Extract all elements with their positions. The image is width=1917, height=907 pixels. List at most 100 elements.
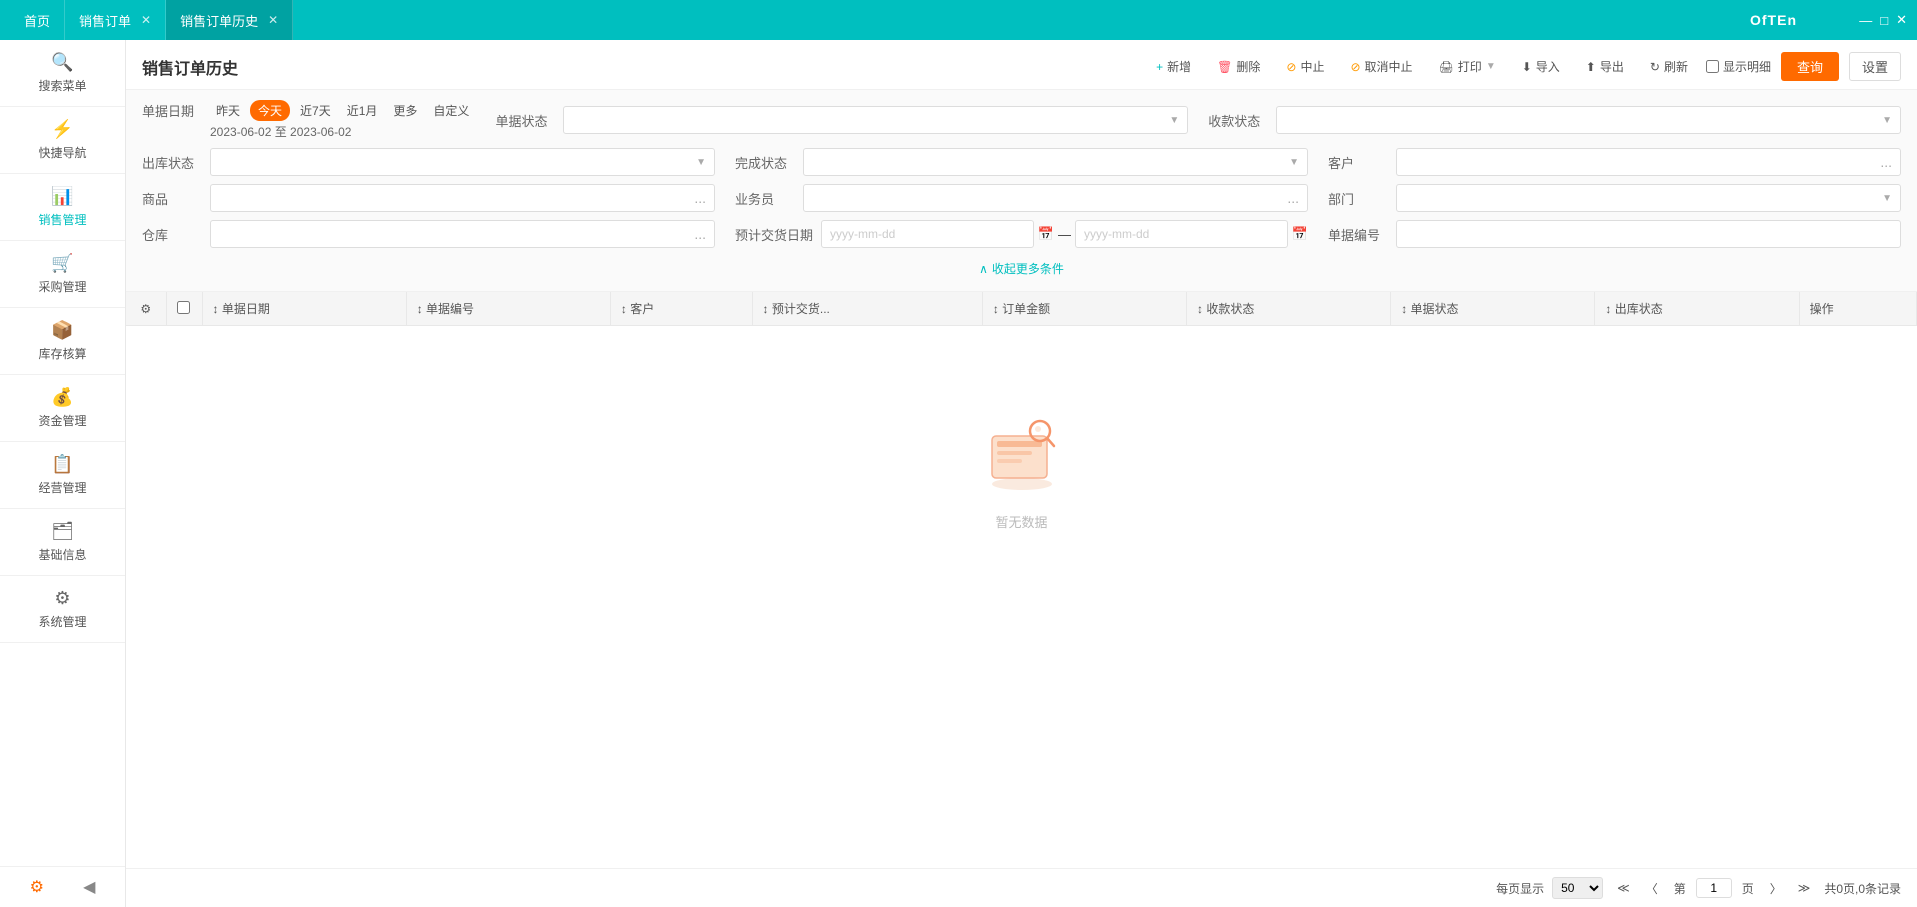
shortcut-today[interactable]: 今天 — [250, 100, 290, 121]
import-label: 导入 — [1536, 58, 1560, 75]
content-area: 销售订单历史 + 新增 🗑 删除 ⊘ 中止 ⊘ 取消中止 — [126, 40, 1917, 907]
sidebar-item-basic-info[interactable]: 🗂 基础信息 — [0, 509, 125, 576]
prev-page-button[interactable]: 〈 — [1640, 878, 1664, 899]
display-toggle-checkbox[interactable] — [1706, 60, 1719, 73]
refresh-button[interactable]: ↻ 刷新 — [1642, 54, 1696, 79]
minimize-button[interactable]: — — [1859, 13, 1872, 28]
col-customer[interactable]: ↕ 客户 — [610, 292, 752, 326]
sidebar-collapse-icon[interactable]: ◀ — [83, 877, 95, 897]
calendar-from-icon[interactable]: 📅 — [1038, 226, 1054, 242]
department-select[interactable]: ▼ — [1396, 184, 1901, 212]
product-select[interactable]: ... — [210, 184, 715, 212]
filter-row-3: 商品 ... 业务员 ... 部门 — [142, 184, 1901, 212]
export-icon: ⬆ — [1586, 60, 1596, 74]
delivery-date-to[interactable]: yyyy-mm-dd — [1075, 220, 1288, 248]
sidebar-item-purchase-mgmt[interactable]: 🛒 采购管理 — [0, 241, 125, 308]
add-button[interactable]: + 新增 — [1148, 54, 1199, 79]
tab-home[interactable]: 首页 — [10, 0, 65, 40]
tab-sales-order-history-label: 销售订单历史 — [180, 11, 258, 30]
page-size-select[interactable]: 50 10 20 100 — [1552, 877, 1603, 899]
salesman-dots[interactable]: ... — [1287, 190, 1299, 206]
sidebar-item-quick-nav[interactable]: ⚡ 快捷导航 — [0, 107, 125, 174]
shortcut-7days[interactable]: 近7天 — [294, 100, 337, 121]
search-menu-icon: 🔍 — [51, 52, 73, 73]
table-settings-col[interactable]: ⚙ — [126, 292, 166, 326]
import-button[interactable]: ⬇ 导入 — [1514, 54, 1568, 79]
delete-button[interactable]: 🗑 删除 — [1209, 54, 1268, 79]
warehouse2-dots[interactable]: ... — [694, 226, 706, 242]
tab-sales-order-close[interactable]: ✕ — [141, 13, 151, 27]
date-label: 单据日期 — [142, 101, 202, 120]
col-order-no[interactable]: ↕ 单据编号 — [406, 292, 610, 326]
cancel-stop-button[interactable]: ⊘ 取消中止 — [1342, 54, 1420, 79]
col-receipt-status-label: ↕ 收款状态 — [1197, 302, 1254, 316]
order-no-input[interactable] — [1396, 220, 1901, 248]
customer-dots[interactable]: ... — [1880, 154, 1892, 170]
shortcut-more[interactable]: 更多 — [387, 100, 423, 121]
completion-select[interactable]: ▼ — [803, 148, 1308, 176]
receipt-status-select[interactable]: ▼ — [1276, 106, 1901, 134]
filter-group-completion: 完成状态 ▼ — [735, 148, 1308, 176]
import-icon: ⬇ — [1522, 60, 1532, 74]
sidebar-item-inventory-label: 库存核算 — [38, 345, 86, 362]
col-delivery-date[interactable]: ↕ 预计交货... — [752, 292, 982, 326]
col-date[interactable]: ↕ 单据日期 — [202, 292, 406, 326]
next-page-button[interactable]: 〉 — [1764, 878, 1788, 899]
page-header: 销售订单历史 + 新增 🗑 删除 ⊘ 中止 ⊘ 取消中止 — [126, 40, 1917, 90]
filter-group-warehouse2: 仓库 ... — [142, 220, 715, 248]
col-order-no-label: ↕ 单据编号 — [417, 302, 474, 316]
sidebar-item-quick-nav-label: 快捷导航 — [38, 144, 86, 161]
salesman-select[interactable]: ... — [803, 184, 1308, 212]
shortcut-1month[interactable]: 近1月 — [341, 100, 384, 121]
col-order-status-label: ↕ 单据状态 — [1401, 302, 1458, 316]
calendar-to-icon[interactable]: 📅 — [1292, 226, 1308, 242]
last-page-button[interactable]: ≫ — [1792, 879, 1817, 897]
sidebar-item-sales-mgmt[interactable]: 📊 销售管理 — [0, 174, 125, 241]
col-order-status[interactable]: ↕ 单据状态 — [1391, 292, 1595, 326]
sidebar-item-capital[interactable]: 💰 资金管理 — [0, 375, 125, 442]
tab-sales-order-history[interactable]: 销售订单历史 ✕ — [166, 0, 293, 40]
stop-button[interactable]: ⊘ 中止 — [1278, 54, 1332, 79]
tab-sales-order-history-close[interactable]: ✕ — [268, 13, 278, 27]
order-status-chevron: ▼ — [1169, 115, 1179, 126]
window-controls: — □ ✕ — [1859, 12, 1907, 28]
collapse-link[interactable]: ∧ 收起更多条件 — [142, 256, 1901, 281]
customer-select[interactable]: ... — [1396, 148, 1901, 176]
warehouse2-select[interactable]: ... — [210, 220, 715, 248]
table-area: ⚙ ↕ 单据日期 ↕ 单据编号 ↕ 客户 — [126, 292, 1917, 868]
delivery-date-from[interactable]: yyyy-mm-dd — [821, 220, 1034, 248]
sidebar-item-operations-label: 经营管理 — [38, 479, 86, 496]
shortcut-yesterday[interactable]: 昨天 — [210, 100, 246, 121]
col-warehouse-status[interactable]: ↕ 出库状态 — [1595, 292, 1799, 326]
first-page-button[interactable]: ≪ — [1611, 879, 1636, 897]
sidebar-item-operations[interactable]: 📋 经营管理 — [0, 442, 125, 509]
sidebar-bottom: ⚙ ◀ — [0, 866, 125, 907]
delete-label: 删除 — [1236, 58, 1260, 75]
sidebar-settings-icon[interactable]: ⚙ — [30, 877, 44, 897]
export-button[interactable]: ⬆ 导出 — [1578, 54, 1632, 79]
sidebar-item-search-menu[interactable]: 🔍 搜索菜单 — [0, 40, 125, 107]
table-checkbox-col — [166, 292, 202, 326]
sys-mgmt-icon: ⚙ — [54, 588, 70, 609]
sidebar-item-sys-mgmt[interactable]: ⚙ 系统管理 — [0, 576, 125, 643]
col-receipt-status[interactable]: ↕ 收款状态 — [1187, 292, 1391, 326]
display-toggle[interactable]: 显示明细 — [1706, 58, 1771, 75]
tab-sales-order[interactable]: 销售订单 ✕ — [65, 0, 166, 40]
order-status-select[interactable]: ▼ — [563, 106, 1188, 134]
filter-group-receipt-status: 收款状态 ▼ — [1208, 106, 1901, 134]
maximize-button[interactable]: □ — [1880, 13, 1888, 28]
sidebar-item-inventory[interactable]: 📦 库存核算 — [0, 308, 125, 375]
product-dots[interactable]: ... — [694, 190, 706, 206]
main-layout: 🔍 搜索菜单 ⚡ 快捷导航 📊 销售管理 🛒 采购管理 📦 库存核算 💰 资金管… — [0, 40, 1917, 907]
print-button[interactable]: 🖨 打印 ▼ — [1431, 54, 1504, 79]
warehouse-status-select[interactable]: ▼ — [210, 148, 715, 176]
shortcut-custom[interactable]: 自定义 — [427, 100, 475, 121]
setting-button[interactable]: 设置 — [1849, 52, 1901, 81]
page-number-input[interactable] — [1696, 878, 1732, 898]
close-button[interactable]: ✕ — [1896, 12, 1907, 28]
col-amount[interactable]: ↕ 订单金额 — [982, 292, 1186, 326]
query-button[interactable]: 查询 — [1781, 52, 1839, 81]
product-label: 商品 — [142, 189, 202, 208]
select-all-checkbox[interactable] — [177, 301, 190, 314]
sidebar-item-sys-mgmt-label: 系统管理 — [38, 613, 86, 630]
